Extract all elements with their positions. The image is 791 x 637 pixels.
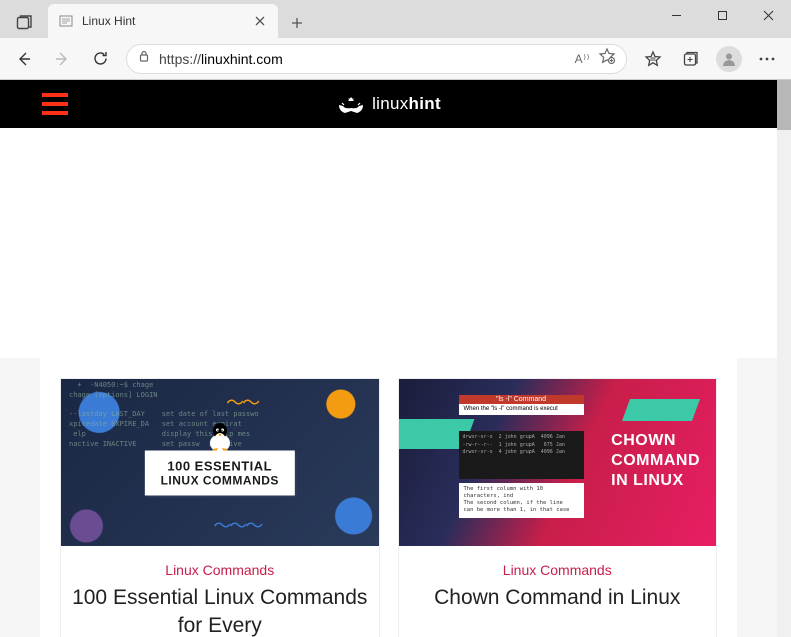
decoration-icon: 〜〜〜 bbox=[213, 512, 261, 538]
lock-icon bbox=[137, 49, 151, 68]
banner-line1: 100 ESSENTIAL bbox=[161, 458, 279, 473]
article-category[interactable]: Linux Commands bbox=[71, 562, 369, 578]
collections-button[interactable] bbox=[673, 43, 709, 75]
article-title[interactable]: 100 Essential Linux Commands for Every bbox=[71, 584, 369, 637]
content-area: + -N4050:~$ chage chage [options] LOGIN … bbox=[0, 358, 777, 637]
article-title[interactable]: Chown Command in Linux bbox=[409, 584, 707, 612]
article-meta: Linux Commands 100 Essential Linux Comma… bbox=[61, 546, 379, 637]
new-tab-button[interactable] bbox=[282, 8, 312, 38]
thumbnail-terminal-bottom: The first column with 10 characters, ind… bbox=[459, 483, 584, 518]
thumbnail-terminal-box: "ls -l" Command When the "ls -l" command… bbox=[459, 395, 584, 415]
url-domain: linuxhint.com bbox=[201, 51, 283, 67]
url-protocol: https:// bbox=[159, 51, 201, 67]
article-thumbnail: + -N4050:~$ chage chage [options] LOGIN … bbox=[61, 379, 379, 546]
window-minimize-button[interactable] bbox=[653, 0, 699, 30]
browser-tab[interactable]: Linux Hint bbox=[48, 4, 278, 38]
site-header: </> linuxhint bbox=[0, 80, 777, 128]
scrollbar-thumb[interactable] bbox=[777, 80, 791, 130]
browser-toolbar: https://linuxhint.com A⁾⁾ bbox=[0, 38, 791, 80]
tab-favicon-icon bbox=[58, 13, 74, 29]
scrollbar-track[interactable] bbox=[777, 80, 791, 637]
thumbnail-terminal-dark: drwxr-xr-x 2 john grupA 4096 Jan -rw-r--… bbox=[459, 431, 584, 479]
terminal-line: When the "ls -l" command is execut bbox=[464, 406, 579, 412]
decoration-icon: 〜〜 bbox=[226, 389, 258, 415]
tab-title: Linux Hint bbox=[82, 14, 244, 28]
profile-button[interactable] bbox=[711, 43, 747, 75]
article-thumbnail: "ls -l" Command When the "ls -l" command… bbox=[399, 379, 717, 546]
svg-text:</>: </> bbox=[348, 96, 354, 101]
favorites-star-icon[interactable] bbox=[598, 47, 616, 70]
favorites-button[interactable] bbox=[635, 43, 671, 75]
thumbnail-title-overlay: CHOWN COMMAND IN LINUX bbox=[611, 431, 700, 491]
window-maximize-button[interactable] bbox=[699, 0, 745, 30]
logo-text-normal: linux bbox=[372, 94, 408, 113]
more-button[interactable] bbox=[749, 43, 785, 75]
article-card[interactable]: + -N4050:~$ chage chage [options] LOGIN … bbox=[60, 378, 380, 637]
menu-button[interactable] bbox=[42, 93, 68, 115]
address-bar[interactable]: https://linuxhint.com A⁾⁾ bbox=[126, 44, 627, 74]
read-aloud-icon[interactable]: A⁾⁾ bbox=[575, 52, 590, 66]
tux-icon bbox=[206, 421, 234, 453]
banner-line2: LINUX COMMANDS bbox=[161, 473, 279, 487]
thumbnail-banner: 100 ESSENTIAL LINUX COMMANDS bbox=[145, 450, 295, 495]
article-category[interactable]: Linux Commands bbox=[409, 562, 707, 578]
logo-icon: </> bbox=[336, 91, 366, 117]
logo-text-bold: hint bbox=[409, 94, 441, 113]
logo-text: linuxhint bbox=[372, 94, 441, 114]
url-text: https://linuxhint.com bbox=[159, 51, 567, 67]
ad-whitespace bbox=[0, 128, 777, 358]
tab-close-button[interactable] bbox=[252, 13, 268, 29]
back-button[interactable] bbox=[6, 43, 42, 75]
refresh-button[interactable] bbox=[82, 43, 118, 75]
window-close-button[interactable] bbox=[745, 0, 791, 30]
terminal-header: "ls -l" Command bbox=[459, 395, 584, 404]
site-logo[interactable]: </> linuxhint bbox=[336, 91, 441, 117]
page-viewport: </> linuxhint + -N4050:~$ chage chage [o… bbox=[0, 80, 791, 637]
forward-button[interactable] bbox=[44, 43, 80, 75]
browser-titlebar: Linux Hint bbox=[0, 0, 791, 38]
window-controls bbox=[653, 0, 791, 30]
tab-actions-button[interactable] bbox=[6, 8, 42, 38]
article-meta: Linux Commands Chown Command in Linux bbox=[399, 546, 717, 612]
article-card[interactable]: "ls -l" Command When the "ls -l" command… bbox=[398, 378, 718, 637]
